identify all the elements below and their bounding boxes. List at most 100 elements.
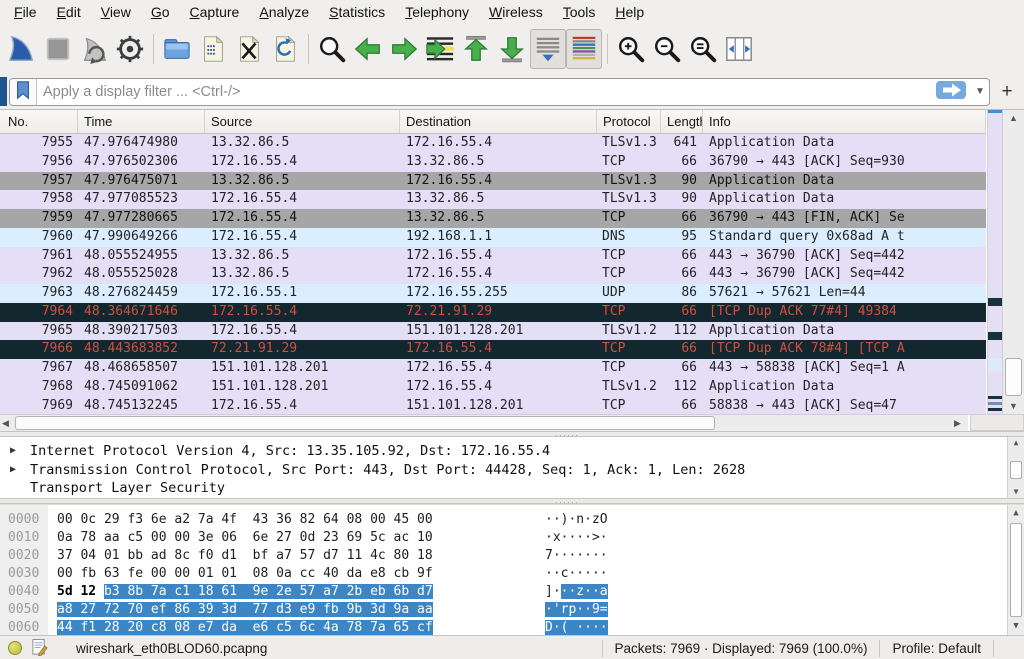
start-capture-button[interactable] — [4, 29, 40, 69]
filter-bookmark-button[interactable] — [10, 79, 37, 105]
hex-row[interactable]: 006044 f1 28 20 c8 08 e7 da e6 c5 6c 4a … — [0, 619, 1024, 635]
packet-row[interactable]: 796047.990649266172.16.55.4192.168.1.1DN… — [0, 228, 986, 247]
column-header-protocol[interactable]: Protocol — [597, 110, 661, 133]
hex-row[interactable]: 0050a8 27 72 70 ef 86 39 3d 77 d3 e9 fb … — [0, 601, 1024, 619]
hex-offset: 0060 — [8, 619, 39, 635]
scroll-up-icon[interactable]: ▲ — [1008, 437, 1024, 449]
hex-row[interactable]: 000000 0c 29 f3 6e a2 7a 4f 43 36 82 64 … — [0, 511, 1024, 529]
packet-row[interactable]: 795647.976502306172.16.55.413.32.86.5TCP… — [0, 153, 986, 172]
filter-add-button[interactable]: + — [994, 79, 1020, 105]
colorize-button[interactable] — [566, 29, 602, 69]
menu-capture[interactable]: Capture — [180, 2, 250, 22]
reload-file-button[interactable] — [267, 29, 303, 69]
packet-row[interactable]: 796748.468658507151.101.128.201172.16.55… — [0, 359, 986, 378]
details-scrollbar[interactable]: ▲ ▼ — [1007, 437, 1024, 498]
hex-scrollbar[interactable]: ▲ ▼ — [1007, 505, 1024, 635]
zoom-in-button[interactable] — [613, 29, 649, 69]
packet-row[interactable]: 795547.97647498013.32.86.5172.16.55.4TLS… — [0, 134, 986, 153]
column-header-no[interactable]: No. — [0, 110, 78, 133]
capture-comment-button[interactable] — [31, 638, 48, 659]
scroll-left-icon[interactable]: ◀ — [2, 415, 14, 431]
filter-dropdown-caret[interactable]: ▼ — [971, 79, 989, 105]
hex-row[interactable]: 00405d 12 b3 8b 7a c1 18 61 9e 2e 57 a7 … — [0, 583, 1024, 601]
restart-capture-button[interactable] — [76, 29, 112, 69]
expander-icon[interactable]: ▶ — [10, 461, 16, 480]
packet-row[interactable]: 796548.390217503172.16.55.4151.101.128.2… — [0, 322, 986, 341]
expert-info-icon[interactable] — [8, 641, 22, 655]
column-header-length[interactable]: Length — [661, 110, 703, 133]
profile-label[interactable]: Profile: Default — [892, 641, 981, 656]
scroll-down-icon[interactable]: ▼ — [1003, 398, 1024, 415]
vscroll-thumb[interactable] — [1005, 358, 1022, 396]
filter-apply-button[interactable] — [933, 81, 969, 103]
go-to-packet-button[interactable] — [422, 29, 458, 69]
resize-columns-button[interactable] — [721, 29, 757, 69]
column-header-time[interactable]: Time — [78, 110, 205, 133]
display-filter-input[interactable] — [37, 84, 933, 100]
packet-row[interactable]: 796948.745132245172.16.55.4151.101.128.2… — [0, 397, 986, 416]
packet-minimap[interactable] — [987, 110, 1002, 415]
scroll-up-icon[interactable]: ▲ — [1003, 110, 1024, 127]
menu-tools[interactable]: Tools — [553, 2, 606, 22]
hex-row[interactable]: 00100a 78 aa c5 00 00 3e 06 6e 27 0d 23 … — [0, 529, 1024, 547]
packet-row[interactable]: 796248.05552502813.32.86.5172.16.55.4TCP… — [0, 265, 986, 284]
hscroll-thumb[interactable] — [15, 416, 715, 430]
packet-row[interactable]: 795847.977085523172.16.55.413.32.86.5TLS… — [0, 190, 986, 209]
go-first-icon — [461, 34, 491, 64]
scroll-down-icon[interactable]: ▼ — [1008, 618, 1024, 635]
status-divider — [602, 640, 603, 657]
scroll-down-icon[interactable]: ▼ — [1008, 486, 1024, 498]
zoom-original-button[interactable] — [685, 29, 721, 69]
display-filter-field: ▼ — [9, 78, 990, 106]
detail-line[interactable]: Transport Layer Security — [0, 479, 1024, 498]
go-back-button[interactable] — [350, 29, 386, 69]
expander-icon[interactable]: ▶ — [10, 442, 16, 461]
status-bar: wireshark_eth0BLOD60.pcapng Packets: 796… — [0, 635, 1024, 659]
menu-statistics[interactable]: Statistics — [319, 2, 395, 22]
packet-row[interactable]: 796148.05552495513.32.86.5172.16.55.4TCP… — [0, 247, 986, 266]
auto-scroll-button[interactable] — [530, 29, 566, 69]
stop-capture-button[interactable] — [40, 29, 76, 69]
scroll-up-icon[interactable]: ▲ — [1008, 505, 1024, 522]
go-forward-button[interactable] — [386, 29, 422, 69]
hex-row[interactable]: 002037 04 01 bb ad 8c f0 d1 bf a7 57 d7 … — [0, 547, 1024, 565]
packet-row[interactable]: 796448.364671646172.16.55.472.21.91.29TC… — [0, 303, 986, 322]
column-header-destination[interactable]: Destination — [400, 110, 597, 133]
packet-row[interactable]: 795947.977280665172.16.55.413.32.86.5TCP… — [0, 209, 986, 228]
menu-help[interactable]: Help — [605, 2, 654, 22]
menu-file[interactable]: File — [4, 2, 47, 22]
close-file-icon — [234, 34, 264, 64]
packet-row[interactable]: 796348.276824459172.16.55.1172.16.55.255… — [0, 284, 986, 303]
save-file-icon — [198, 34, 228, 64]
column-header-info[interactable]: Info — [703, 110, 986, 133]
menu-go[interactable]: Go — [141, 2, 180, 22]
capture-options-button[interactable] — [112, 29, 148, 69]
zoom-out-button[interactable] — [649, 29, 685, 69]
details-scroll-thumb[interactable] — [1010, 461, 1022, 479]
packet-row[interactable]: 796848.745091062151.101.128.201172.16.55… — [0, 378, 986, 397]
menu-edit[interactable]: Edit — [47, 2, 91, 22]
detail-line[interactable]: ▶Internet Protocol Version 4, Src: 13.35… — [0, 442, 1024, 461]
go-last-button[interactable] — [494, 29, 530, 69]
save-file-button[interactable] — [195, 29, 231, 69]
packet-row[interactable]: 795747.97647507113.32.86.5172.16.55.4TLS… — [0, 172, 986, 191]
hex-scroll-thumb[interactable] — [1010, 523, 1022, 617]
go-first-button[interactable] — [458, 29, 494, 69]
menu-wireless[interactable]: Wireless — [479, 2, 553, 22]
scroll-right-icon[interactable]: ▶ — [954, 415, 966, 431]
menu-analyze[interactable]: Analyze — [249, 2, 319, 22]
detail-text: Transmission Control Protocol, Src Port:… — [30, 462, 745, 478]
detail-line[interactable]: ▶ Transmission Control Protocol, Src Port… — [0, 461, 1024, 480]
packet-row[interactable]: 796648.44368385272.21.91.29172.16.55.4TC… — [0, 340, 986, 359]
packet-list-hscrollbar[interactable]: ◀ ▶ — [0, 414, 968, 431]
close-file-button[interactable] — [231, 29, 267, 69]
menu-telephony[interactable]: Telephony — [395, 2, 479, 22]
go-forward-icon — [389, 34, 419, 64]
menu-view[interactable]: View — [91, 2, 141, 22]
find-packet-button[interactable] — [314, 29, 350, 69]
packet-list-vscrollbar[interactable]: ▲ ▼ — [1002, 110, 1024, 415]
open-file-button[interactable] — [159, 29, 195, 69]
filter-toolbar: ▼ + — [0, 74, 1024, 109]
column-header-source[interactable]: Source — [205, 110, 400, 133]
hex-row[interactable]: 003000 fb 63 fe 00 00 01 01 08 0a cc 40 … — [0, 565, 1024, 583]
